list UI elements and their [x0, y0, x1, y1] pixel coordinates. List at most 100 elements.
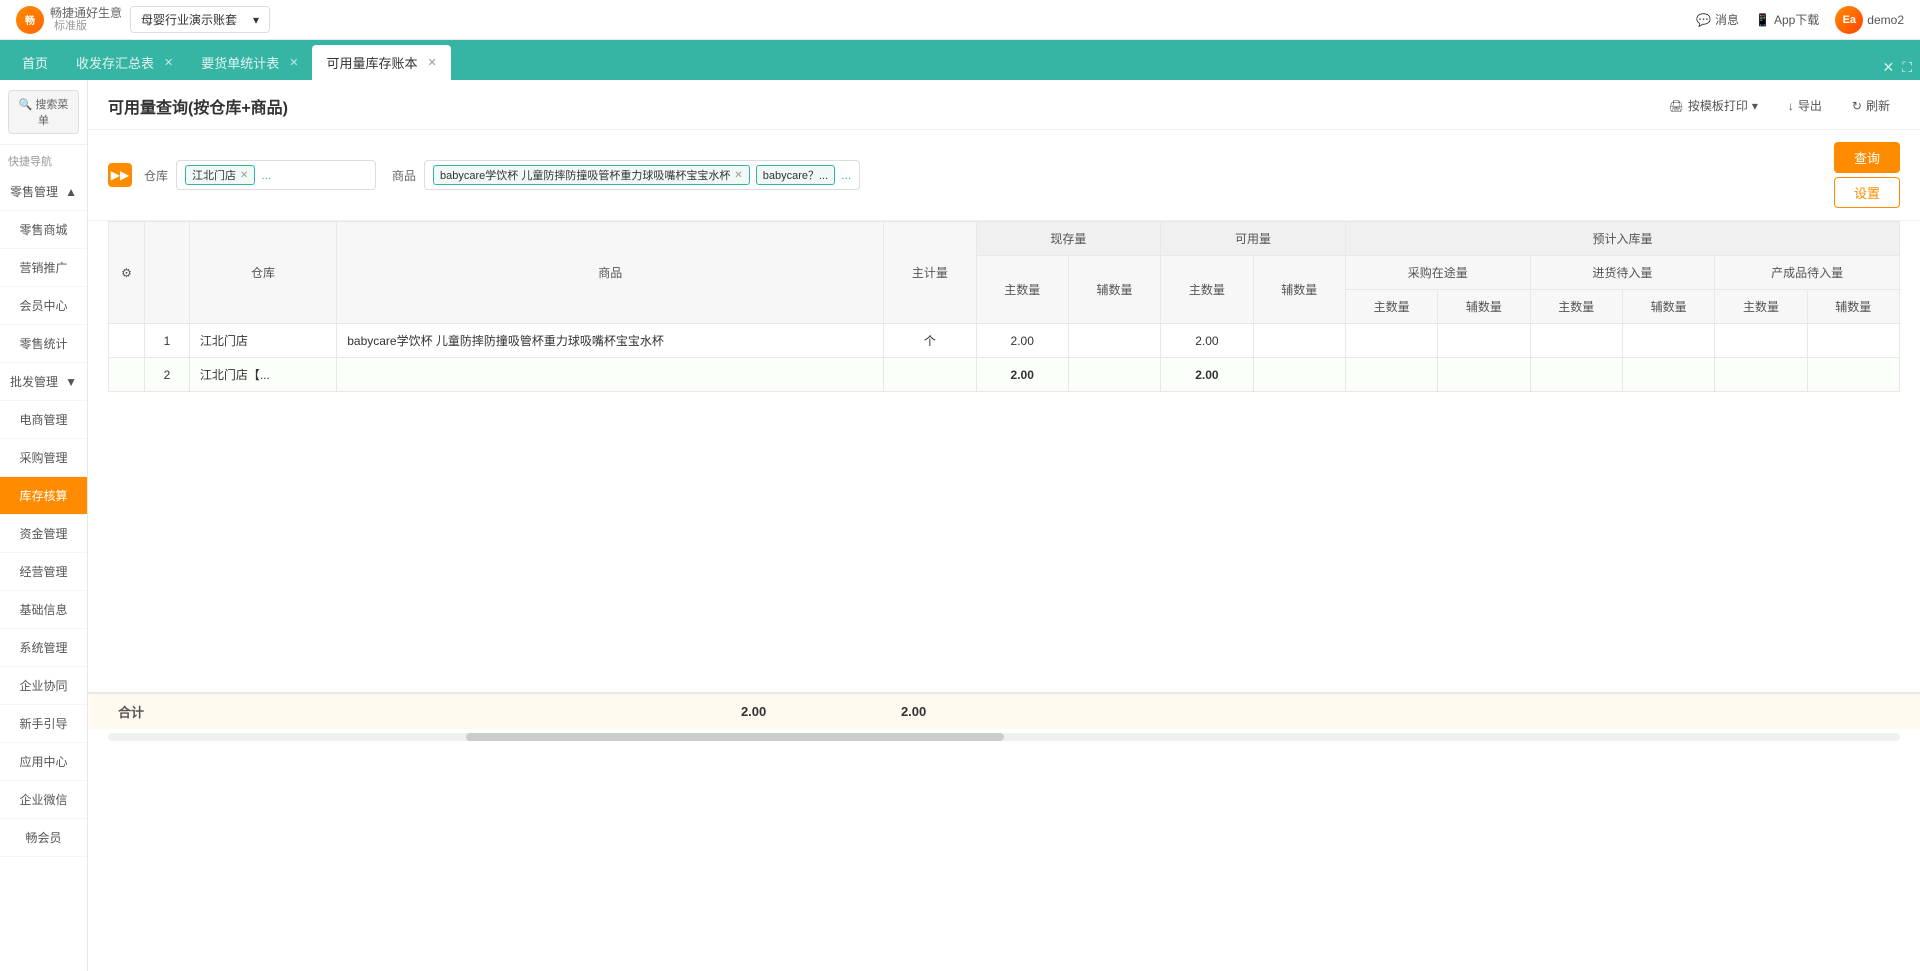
- quick-nav-label[interactable]: 快捷导航: [0, 145, 87, 173]
- print-template-btn[interactable]: 🖨 按模板打印 ▾: [1659, 92, 1768, 119]
- th-planned-inbound: 预计入库量: [1345, 222, 1899, 256]
- warehouse-tag-close[interactable]: ✕: [240, 170, 248, 181]
- export-btn[interactable]: ↓ 导出: [1778, 92, 1832, 119]
- product-filter-group: 商品 babycare学饮杯 儿童防摔防撞吸管杯重力球吸嘴杯宝宝水杯 ✕ bab…: [392, 160, 860, 190]
- print-chevron-icon: ▾: [1752, 99, 1758, 113]
- th-stock-aux: 辅数量: [1068, 256, 1160, 324]
- sidebar-item-marketing[interactable]: 营销推广: [0, 249, 87, 287]
- warehouse-input[interactable]: 江北门店 ✕ ...: [176, 160, 376, 190]
- sidebar-item-inventory-check[interactable]: 库存核算: [0, 477, 87, 515]
- scroll-thumb[interactable]: [466, 733, 1004, 741]
- td-warehouse-2: 江北门店【...: [189, 358, 336, 392]
- user-profile[interactable]: Ea demo2: [1835, 6, 1904, 34]
- print-icon: 🖨: [1669, 99, 1684, 113]
- tab-close-order-stats[interactable]: ✕: [289, 56, 298, 69]
- sidebar-item-enterprise-wechat[interactable]: 企业微信: [0, 781, 87, 819]
- product-more[interactable]: ...: [841, 168, 851, 182]
- th-purchase-transit: 采购在途量: [1345, 256, 1530, 290]
- th-available: 可用量: [1161, 222, 1346, 256]
- message-action[interactable]: 💬 消息: [1696, 11, 1739, 28]
- sidebar-item-finance-mgmt[interactable]: 资金管理: [0, 515, 87, 553]
- warehouse-more[interactable]: ...: [261, 168, 271, 182]
- industry-selector[interactable]: 母婴行业演示账套 ▾: [130, 6, 270, 33]
- search-menu-btn[interactable]: 🔍 搜索菜单: [8, 90, 79, 134]
- sidebar-item-retail-mall[interactable]: 零售商城: [0, 211, 87, 249]
- filter-toggle-btn[interactable]: ▶▶: [108, 163, 132, 187]
- td-num-1: 1: [145, 324, 190, 358]
- tab-order-stats[interactable]: 要货单统计表 ✕: [187, 45, 312, 80]
- filter-row: 仓库 江北门店 ✕ ... 商品 bab: [144, 160, 1822, 190]
- tab-close-available-stock[interactable]: ✕: [428, 56, 437, 69]
- data-table: ⚙ 仓库 商品 主计量 现存量 可用量 预计入库量 主数量 辅数量: [108, 221, 1900, 392]
- sidebar-item-purchase-mgmt[interactable]: 采购管理: [0, 439, 87, 477]
- close-window-icon[interactable]: ✕: [1882, 59, 1894, 76]
- header-right: 💬 消息 📱 App下载 Ea demo2: [1696, 6, 1904, 34]
- th-avail-main: 主数量: [1161, 256, 1253, 324]
- app-download-action[interactable]: 📱 App下载: [1755, 11, 1819, 28]
- table-row: 1 江北门店 babycare学饮杯 儿童防摔防撞吸管杯重力球吸嘴杯宝宝水杯 个…: [109, 324, 1900, 358]
- sidebar-item-newbie-guide[interactable]: 新手引导: [0, 705, 87, 743]
- app-icon: 📱: [1755, 13, 1770, 27]
- table-row: 2 江北门店【... 2.00 2.00: [109, 358, 1900, 392]
- refresh-icon: ↻: [1852, 99, 1862, 113]
- td-prod-inb-aux-1: [1807, 324, 1899, 358]
- content-area: 可用量查询(按仓库+商品) 🖨 按模板打印 ▾ ↓ 导出 ↻ 刷新: [88, 80, 1920, 971]
- avatar: Ea: [1835, 6, 1863, 34]
- td-unit-2: [884, 358, 976, 392]
- th-row-num: [145, 222, 190, 324]
- sidebar-search: 🔍 搜索菜单: [0, 80, 87, 145]
- page-title: 可用量查询(按仓库+商品): [108, 94, 288, 118]
- th-main-unit: 主计量: [884, 222, 976, 324]
- settings-btn[interactable]: 设置: [1834, 177, 1900, 208]
- td-avail-main-2: 2.00: [1161, 358, 1253, 392]
- sidebar-item-member-center[interactable]: 会员中心: [0, 287, 87, 325]
- product-tag-1: babycare学饮杯 儿童防摔防撞吸管杯重力球吸嘴杯宝宝水杯 ✕: [433, 165, 750, 185]
- tab-receive-send[interactable]: 收发存汇总表 ✕: [62, 45, 187, 80]
- tab-home[interactable]: 首页: [8, 45, 62, 80]
- refresh-btn[interactable]: ↻ 刷新: [1842, 92, 1900, 119]
- td-prod-inb-main-1: [1715, 324, 1807, 358]
- sidebar-item-app-center[interactable]: 应用中心: [0, 743, 87, 781]
- product-tag-2: babycare？...: [756, 165, 835, 185]
- product-tag-1-close[interactable]: ✕: [734, 170, 742, 181]
- sidebar-item-enterprise-collab[interactable]: 企业协同: [0, 667, 87, 705]
- sidebar-item-retail-stats[interactable]: 零售统计: [0, 325, 87, 363]
- th-current-stock: 现存量: [976, 222, 1161, 256]
- th-purchase-inbound: 进货待入量: [1530, 256, 1715, 290]
- td-avail-aux-2: [1253, 358, 1345, 392]
- sidebar-item-system-mgmt[interactable]: 系统管理: [0, 629, 87, 667]
- th-purchase-inbound-aux: 辅数量: [1622, 290, 1714, 324]
- th-settings: ⚙: [109, 222, 145, 324]
- tab-close-receive-send[interactable]: ✕: [164, 56, 173, 69]
- sidebar-item-basic-info[interactable]: 基础信息: [0, 591, 87, 629]
- product-label: 商品: [392, 167, 416, 184]
- horizontal-scrollbar[interactable]: [108, 733, 1900, 741]
- maximize-icon[interactable]: ⛶: [1902, 59, 1912, 76]
- sidebar-item-retail-mgmt[interactable]: 零售管理 ▲: [0, 173, 87, 211]
- page-container: 可用量查询(按仓库+商品) 🖨 按模板打印 ▾ ↓ 导出 ↻ 刷新: [88, 80, 1920, 971]
- sidebar-item-vip-member[interactable]: 畅会员: [0, 819, 87, 857]
- td-stock-aux-2: [1068, 358, 1160, 392]
- sidebar-item-wholesale-mgmt[interactable]: 批发管理 ▼: [0, 363, 87, 401]
- td-pur-trans-main-2: [1345, 358, 1437, 392]
- header-left: 畅 畅捷通好生意 标准版 母婴行业演示账套 ▾: [16, 6, 270, 34]
- empty-space: [88, 392, 1920, 692]
- td-pur-inb-main-1: [1530, 324, 1622, 358]
- sidebar-item-business-mgmt[interactable]: 经营管理: [0, 553, 87, 591]
- product-input[interactable]: babycare学饮杯 儿童防摔防撞吸管杯重力球吸嘴杯宝宝水杯 ✕ babyca…: [424, 160, 860, 190]
- sidebar-item-ecommerce-mgmt[interactable]: 电商管理: [0, 401, 87, 439]
- export-icon: ↓: [1788, 99, 1794, 113]
- tab-bar-controls: ✕ ⛶: [1882, 59, 1912, 80]
- logo-text: 畅捷通好生意 标准版: [50, 6, 122, 34]
- tab-bar: 首页 收发存汇总表 ✕ 要货单统计表 ✕ 可用量库存账本 ✕ ✕ ⛶: [0, 40, 1920, 80]
- td-settings-2: [109, 358, 145, 392]
- th-production-inbound: 产成品待入量: [1715, 256, 1900, 290]
- search-icon: 🔍: [19, 99, 33, 111]
- td-settings-1: [109, 324, 145, 358]
- tab-available-stock[interactable]: 可用量库存账本 ✕: [312, 45, 450, 80]
- logo-area: 畅 畅捷通好生意 标准版: [16, 6, 122, 34]
- td-stock-main-1: 2.00: [976, 324, 1068, 358]
- query-btn[interactable]: 查询: [1834, 142, 1900, 173]
- td-pur-trans-main-1: [1345, 324, 1437, 358]
- td-pur-trans-aux-1: [1438, 324, 1530, 358]
